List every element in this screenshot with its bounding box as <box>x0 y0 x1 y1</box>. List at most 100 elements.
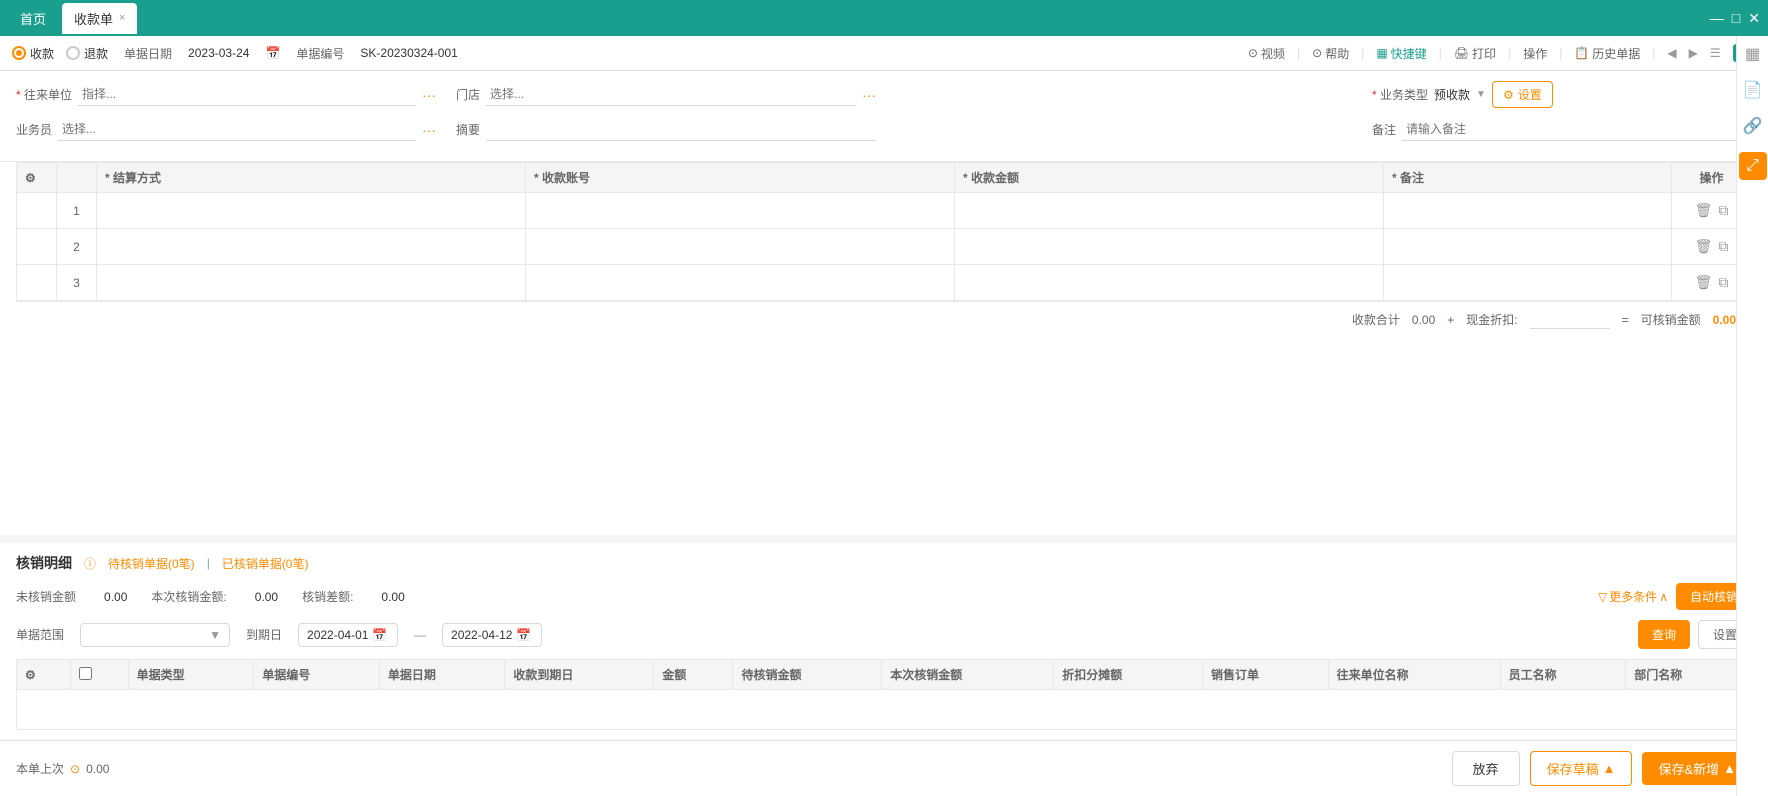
partner-input[interactable] <box>78 83 416 106</box>
prev-icon[interactable]: ◀ <box>1667 46 1676 60</box>
col-account-header: * 收款账号 <box>526 163 955 193</box>
sidebar-link-icon[interactable]: 🔗 <box>1743 116 1763 136</box>
save-new-chevron-icon[interactable]: ▲ <box>1723 761 1736 776</box>
date-from-input[interactable]: 2022-04-01 📅 <box>298 623 398 647</box>
row3-account[interactable] <box>526 265 955 301</box>
form-area: 往来单位 ··· 门店 ··· 业务类型 预收款 ▼ ⚙ 设置 业务员 <box>0 71 1768 162</box>
shop-more-icon[interactable]: ··· <box>862 87 876 103</box>
range-label: 单据范围 <box>16 626 64 643</box>
tab-bar-controls: — □ ✕ <box>1710 10 1760 27</box>
draft-chevron-icon[interactable]: ▲ <box>1603 761 1616 776</box>
row3-settlement[interactable] <box>97 265 526 301</box>
history-btn[interactable]: 📋 历史单据 <box>1574 45 1640 62</box>
salesperson-input[interactable] <box>58 118 416 141</box>
business-type-chevron[interactable]: ▼ <box>1476 89 1486 100</box>
verify-diff-label: 核销差额: <box>302 588 353 605</box>
row2-copy-icon[interactable]: ⧉ <box>1718 238 1728 255</box>
sidebar-expand-icon[interactable]: ⤢ <box>1739 152 1767 180</box>
tab-close-icon[interactable]: × <box>119 12 125 24</box>
print-btn[interactable]: 🖨 打印 <box>1454 45 1496 62</box>
maximize-icon[interactable]: □ <box>1732 10 1740 26</box>
action-btn[interactable]: 操作 <box>1523 45 1547 62</box>
shortcut-btn[interactable]: ▦ 快捷键 <box>1376 45 1426 62</box>
row1-settings <box>17 193 57 229</box>
partner-more-icon[interactable]: ··· <box>422 87 436 103</box>
row3-remark[interactable] <box>1384 265 1672 301</box>
row1-settlement[interactable] <box>97 193 526 229</box>
row1-account[interactable] <box>526 193 955 229</box>
summary-label: 摘要 <box>456 121 480 138</box>
row1-copy-icon[interactable]: ⧉ <box>1718 202 1728 219</box>
footer-right: 放弃 保存草稿 ▲ 保存&新增 ▲ <box>1452 751 1752 786</box>
verify-title: 核销明细 <box>16 553 72 573</box>
bt-col-gear[interactable]: ⚙ <box>17 660 71 690</box>
row2-delete-icon[interactable]: 🗑 <box>1695 238 1713 255</box>
row3-delete-icon[interactable]: 🗑 <box>1695 274 1713 291</box>
window-close-icon[interactable]: ✕ <box>1748 10 1760 27</box>
salesperson-more-icon[interactable]: ··· <box>422 122 436 138</box>
save-new-label: 保存&新增 <box>1658 759 1719 778</box>
row1-action-icons: 🗑 ⧉ <box>1680 202 1743 219</box>
help-btn[interactable]: ⊙ 帮助 <box>1312 45 1349 62</box>
gear-icon: ⚙ <box>1503 88 1514 102</box>
row2-remark[interactable] <box>1384 229 1672 265</box>
row2-amount[interactable] <box>955 229 1384 265</box>
pending-tab[interactable]: 待核销单据(0笔) <box>108 555 195 572</box>
business-type-field: 业务类型 预收款 ▼ ⚙ 设置 <box>1372 81 1752 108</box>
help-label: 帮助 <box>1325 45 1349 62</box>
calendar-icon[interactable]: 📅 <box>265 46 280 60</box>
tab-current-label: 收款单 <box>74 9 113 28</box>
settings-icon[interactable]: ⚙ <box>25 171 36 185</box>
radio-refund[interactable]: 退款 <box>66 45 108 62</box>
summary-input[interactable] <box>486 118 876 141</box>
tab-bar: 首页 收款单 × — □ ✕ <box>0 0 1768 36</box>
discard-btn[interactable]: 放弃 <box>1452 751 1520 786</box>
list-icon[interactable]: ☰ <box>1710 46 1721 60</box>
bt-select-all[interactable] <box>79 667 92 680</box>
verify-header: 核销明细 ⓘ 待核销单据(0笔) | 已核销单据(0笔) <box>16 553 1752 573</box>
row1-amount[interactable] <box>955 193 1384 229</box>
bt-col-amount: 金额 <box>654 660 733 690</box>
toolbar-right: ⊙ 视频 | ⊙ 帮助 | ▦ 快捷键 | 🖨 打印 | 操作 | <box>1248 44 1756 62</box>
discount-label: 现金折扣: <box>1466 311 1517 328</box>
verify-info-icon[interactable]: ⓘ <box>84 555 96 572</box>
shop-input[interactable] <box>486 83 856 106</box>
date-to-input[interactable]: 2022-04-12 📅 <box>442 623 542 647</box>
done-tab[interactable]: 已核销单据(0笔) <box>222 555 309 572</box>
remark-input[interactable] <box>1402 118 1752 141</box>
col-rownum-header <box>57 163 97 193</box>
bt-gear-icon[interactable]: ⚙ <box>25 668 36 682</box>
sidebar-table-icon[interactable]: ▦ <box>1745 44 1760 64</box>
radio-receipt[interactable]: 收款 <box>12 45 54 62</box>
next-icon[interactable]: ▶ <box>1689 46 1698 60</box>
range-select[interactable]: ▼ <box>80 623 230 647</box>
table-row: 3 🗑 ⧉ <box>17 265 1752 301</box>
video-btn[interactable]: ⊙ 视频 <box>1248 45 1285 62</box>
row2-account[interactable] <box>526 229 955 265</box>
form-row-2: 业务员 ··· 摘要 备注 <box>16 118 1752 141</box>
partner-label: 往来单位 <box>16 86 72 103</box>
save-draft-btn[interactable]: 保存草稿 ▲ <box>1530 751 1633 786</box>
form-settings-btn[interactable]: ⚙ 设置 <box>1492 81 1553 108</box>
tab-home[interactable]: 首页 <box>8 3 58 34</box>
discount-input[interactable] <box>1530 310 1610 329</box>
carry-info-icon[interactable]: ⊙ <box>70 762 80 776</box>
row3-copy-icon[interactable]: ⧉ <box>1718 274 1728 291</box>
sidebar-doc-icon[interactable]: 📄 <box>1743 80 1763 100</box>
row2-settlement[interactable] <box>97 229 526 265</box>
minimize-icon[interactable]: — <box>1710 10 1724 26</box>
more-conditions-btn[interactable]: ▽ 更多条件 ∧ <box>1598 588 1668 605</box>
query-btn[interactable]: 查询 <box>1638 620 1690 649</box>
tab-current[interactable]: 收款单 × <box>62 3 137 34</box>
row3-amount[interactable] <box>955 265 1384 301</box>
row1-remark[interactable] <box>1384 193 1672 229</box>
bt-col-check[interactable] <box>70 660 128 690</box>
bt-col-pending: 待核销金额 <box>733 660 882 690</box>
col-settings-header[interactable]: ⚙ <box>17 163 57 193</box>
date-label: 单据日期 <box>124 45 172 62</box>
remark-field: 备注 <box>1372 118 1752 141</box>
row1-delete-icon[interactable]: 🗑 <box>1695 202 1713 219</box>
verify-diff-value: 0.00 <box>381 590 404 604</box>
row1-num: 1 <box>57 193 97 229</box>
bottom-table-header-row: ⚙ 单据类型 单据编号 单据日期 收款到期日 金额 待核销金额 本次核销金额 折… <box>17 660 1752 690</box>
